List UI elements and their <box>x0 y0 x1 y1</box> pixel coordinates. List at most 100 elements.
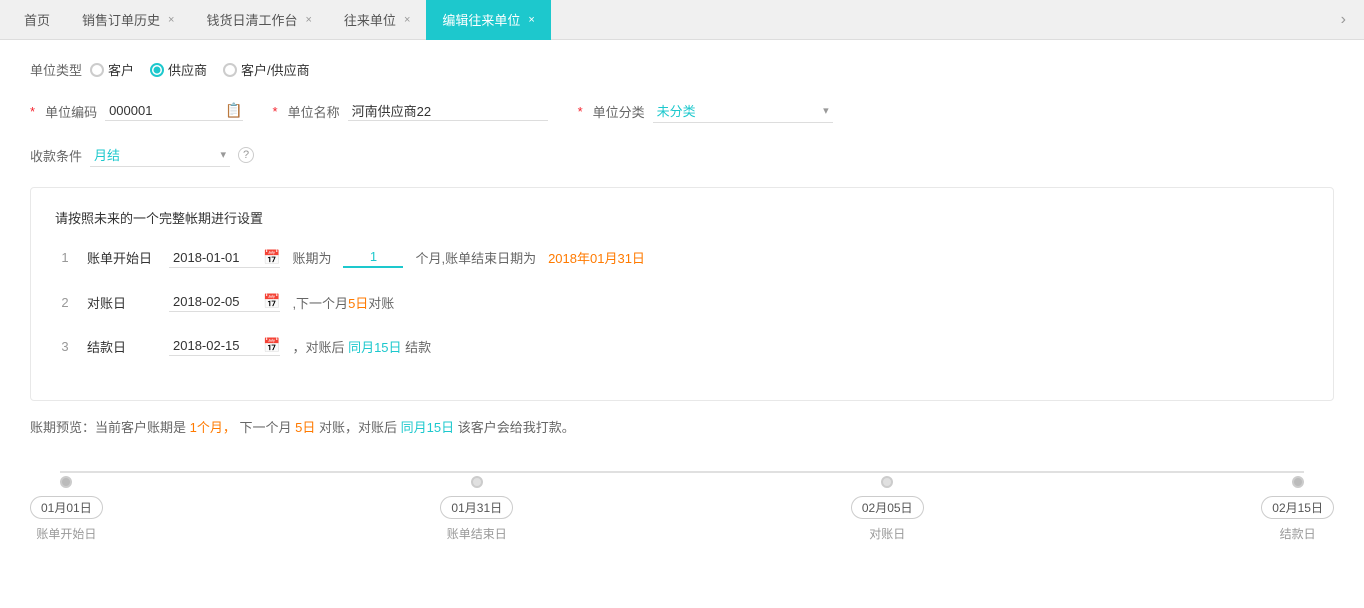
period-row-1-date-wrapper: 📅 <box>169 248 280 268</box>
unit-code-copy-icon[interactable]: 📋 <box>225 102 242 119</box>
unit-type-label: 单位类型 <box>30 60 82 79</box>
tab-home-label: 首页 <box>24 10 50 29</box>
radio-customer-label: 客户 <box>108 60 134 79</box>
timeline-wrapper: 01月01日 账单开始日 01月31日 账单结束日 02月05日 对账日 <box>30 456 1334 582</box>
tab-sales-history-close[interactable]: × <box>168 14 174 26</box>
preview-highlight-1: 1个月， <box>190 420 236 435</box>
tab-cash-workbench[interactable]: 钱货日清工作台 × <box>190 0 327 40</box>
period-row-1-desc-prefix: 账期为 <box>292 248 331 267</box>
radio-customer-circle <box>90 63 104 77</box>
timeline-point-4: 02月15日 结款日 <box>1261 476 1334 542</box>
unit-name-required: * <box>273 104 278 119</box>
preview-prefix: 账期预览：当前客户账期是 <box>30 420 186 435</box>
period-row-1-label: 账单开始日 <box>87 248 157 267</box>
payment-condition-label: 收款条件 <box>30 146 82 165</box>
period-row-3-desc: ，对账后 同月15日 结款 <box>292 337 431 356</box>
radio-both-circle <box>223 63 237 77</box>
preview-highlight-3: 同月15日 <box>401 420 454 435</box>
tab-partner-units-label: 往来单位 <box>344 10 396 29</box>
period-row-3-date-input[interactable] <box>169 336 259 355</box>
period-settings-box: 请按照未来的一个完整帐期进行设置 1 账单开始日 📅 账期为 个月,账单结束日期… <box>30 187 1334 401</box>
period-row-3-number: 3 <box>55 339 75 354</box>
period-row-2-date-input[interactable] <box>169 292 259 311</box>
period-row-2-number: 2 <box>55 295 75 310</box>
main-content: 单位类型 客户 供应商 客户/供应商 * 单位编码 <box>0 40 1364 608</box>
period-row-2-label: 对账日 <box>87 293 157 312</box>
payment-condition-help-icon[interactable]: ? <box>238 147 254 163</box>
preview-mid-2: 对账，对账后 <box>319 420 397 435</box>
period-row-1-number: 1 <box>55 250 75 265</box>
unit-category-label: 单位分类 <box>593 102 645 121</box>
tab-more-button[interactable]: › <box>1331 11 1356 29</box>
period-row-1-end-date: 2018年01月31日 <box>548 248 645 267</box>
unit-info-row: * 单位编码 📋 * 单位名称 * 单位分类 未分类 ▾ <box>30 99 1334 123</box>
timeline-point-1: 01月01日 账单开始日 <box>30 476 103 542</box>
preview-mid-1: 下一个月 <box>240 420 292 435</box>
unit-category-value: 未分类 <box>657 101 819 120</box>
timeline-label-1: 账单开始日 <box>36 525 96 542</box>
payment-condition-value: 月结 <box>94 145 216 164</box>
period-row-3: 3 结款日 📅 ，对账后 同月15日 结款 <box>55 336 1309 356</box>
unit-category-select[interactable]: 未分类 ▾ <box>653 99 833 123</box>
period-row-2-date-wrapper: 📅 <box>169 292 280 312</box>
preview-section: 账期预览：当前客户账期是 1个月， 下一个月 5日 对账，对账后 同月15日 该… <box>30 417 1334 582</box>
timeline-point-3: 02月05日 对账日 <box>851 476 924 542</box>
timeline-label-3: 对账日 <box>869 525 905 542</box>
payment-condition-field: 收款条件 月结 ▾ ? <box>30 143 254 167</box>
unit-code-required: * <box>30 104 35 119</box>
tab-edit-partner[interactable]: 编辑往来单位 × <box>426 0 550 40</box>
unit-category-field: * 单位分类 未分类 ▾ <box>578 99 833 123</box>
payment-condition-arrow-icon: ▾ <box>220 148 226 161</box>
radio-both-label: 客户/供应商 <box>241 60 310 79</box>
radio-supplier-label: 供应商 <box>168 60 207 79</box>
timeline-label-4: 结款日 <box>1280 525 1316 542</box>
timeline-dot-4 <box>1292 476 1304 488</box>
unit-code-input-wrapper: 📋 <box>105 101 242 121</box>
unit-category-arrow-icon: ▾ <box>823 104 829 117</box>
period-row-1-desc-unit: 个月,账单结束日期为 <box>415 248 536 267</box>
radio-supplier[interactable]: 供应商 <box>150 60 207 79</box>
unit-type-radio-group: 客户 供应商 客户/供应商 <box>90 60 310 79</box>
period-row-1-calendar-icon[interactable]: 📅 <box>263 249 280 266</box>
unit-type-row: 单位类型 客户 供应商 客户/供应商 <box>30 60 1334 79</box>
tab-partner-units[interactable]: 往来单位 × <box>328 0 426 40</box>
tab-partner-units-close[interactable]: × <box>404 14 410 26</box>
timeline-point-2: 01月31日 账单结束日 <box>440 476 513 542</box>
timeline-points: 01月01日 账单开始日 01月31日 账单结束日 02月05日 对账日 <box>30 476 1334 542</box>
payment-condition-select[interactable]: 月结 ▾ <box>90 143 230 167</box>
timeline-dot-1 <box>60 476 72 488</box>
unit-category-required: * <box>578 104 583 119</box>
payment-condition-row: 收款条件 月结 ▾ ? <box>30 143 1334 167</box>
period-row-2-highlight: 5日 <box>348 296 368 311</box>
tab-sales-history[interactable]: 销售订单历史 × <box>66 0 190 40</box>
tab-home[interactable]: 首页 <box>8 0 66 40</box>
period-row-1-date-input[interactable] <box>169 248 259 267</box>
timeline-line <box>60 471 1304 473</box>
radio-both[interactable]: 客户/供应商 <box>223 60 310 79</box>
period-row-2-calendar-icon[interactable]: 📅 <box>263 293 280 310</box>
period-row-1: 1 账单开始日 📅 账期为 个月,账单结束日期为 2018年01月31日 <box>55 247 1309 268</box>
preview-suffix: 该客户会给我打款。 <box>458 420 575 435</box>
period-box-title: 请按照未来的一个完整帐期进行设置 <box>55 208 1309 227</box>
tab-sales-history-label: 销售订单历史 <box>82 10 160 29</box>
preview-text: 账期预览：当前客户账期是 1个月， 下一个月 5日 对账，对账后 同月15日 该… <box>30 417 1334 436</box>
timeline-badge-3: 02月05日 <box>851 496 924 519</box>
timeline-badge-4: 02月15日 <box>1261 496 1334 519</box>
tab-cash-workbench-label: 钱货日清工作台 <box>206 10 297 29</box>
radio-customer[interactable]: 客户 <box>90 60 134 79</box>
tab-edit-partner-close[interactable]: × <box>528 14 534 26</box>
period-row-3-label: 结款日 <box>87 337 157 356</box>
tab-edit-partner-label: 编辑往来单位 <box>442 10 520 29</box>
tab-cash-workbench-close[interactable]: × <box>305 14 311 26</box>
period-row-3-highlight: 同月15日 <box>348 340 401 355</box>
period-row-2: 2 对账日 📅 ,下一个月5日对账 <box>55 292 1309 312</box>
period-row-1-num-input[interactable] <box>343 247 403 268</box>
unit-code-label: 单位编码 <box>45 102 97 121</box>
unit-name-label: 单位名称 <box>288 102 340 121</box>
unit-name-input[interactable] <box>348 101 548 121</box>
period-row-3-calendar-icon[interactable]: 📅 <box>263 337 280 354</box>
preview-highlight-2: 5日 <box>295 420 315 435</box>
unit-code-input[interactable] <box>105 101 225 120</box>
timeline-dot-3 <box>881 476 893 488</box>
unit-code-field: * 单位编码 📋 <box>30 101 243 121</box>
